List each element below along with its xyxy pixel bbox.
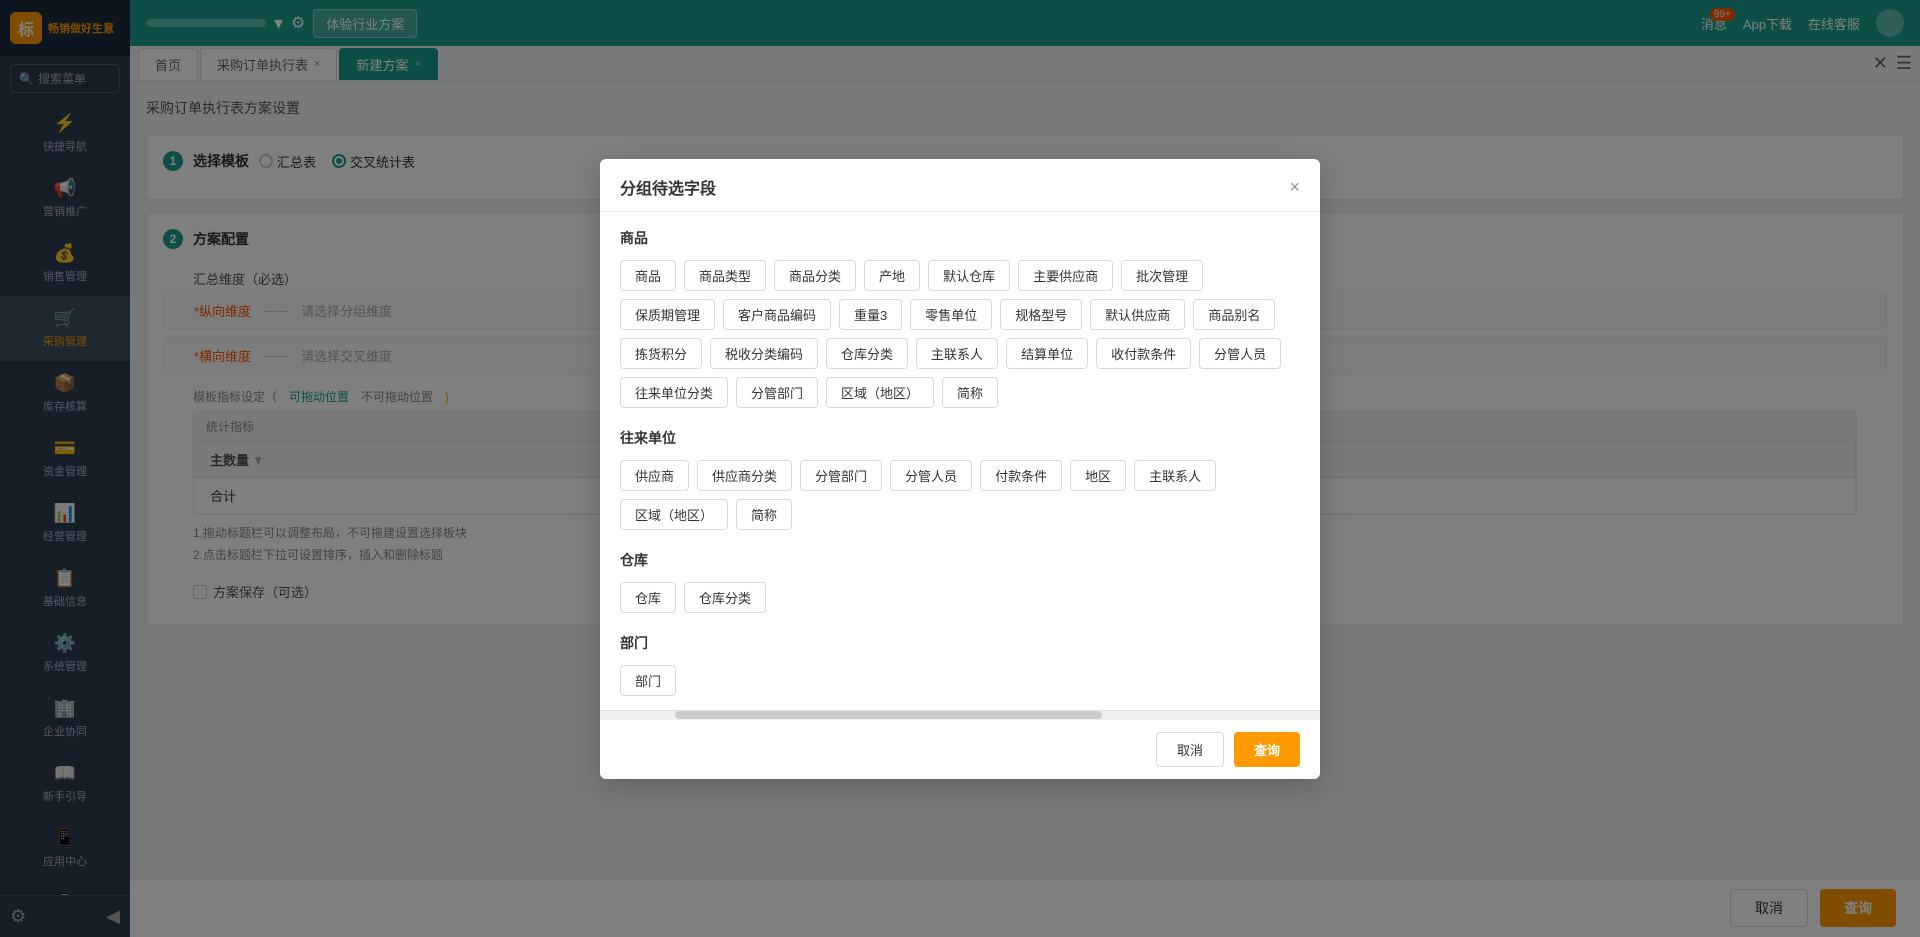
field-warehouse-category[interactable]: 仓库分类	[826, 338, 908, 369]
field-region[interactable]: 地区	[1070, 460, 1126, 491]
partner-field-tags: 供应商 供应商分类 分管部门 分管人员 付款条件 地区 主联系人 区域（地区） …	[620, 460, 1300, 530]
section-goods-title: 商品	[620, 228, 1300, 248]
field-manage-person[interactable]: 分管人员	[890, 460, 972, 491]
field-dept[interactable]: 分管部门	[736, 377, 818, 408]
horizontal-scrollbar[interactable]	[600, 710, 1320, 719]
field-contact[interactable]: 主联系人	[1134, 460, 1216, 491]
field-main-supplier[interactable]: 主要供应商	[1018, 260, 1113, 291]
field-default-warehouse[interactable]: 默认仓库	[928, 260, 1010, 291]
field-supplier-category[interactable]: 供应商分类	[697, 460, 792, 491]
modal-close-button[interactable]: ×	[1289, 178, 1300, 196]
modal-body[interactable]: 商品 商品 商品类型 商品分类 产地 默认仓库 主要供应商 批次管理 保质期管理…	[600, 212, 1320, 710]
field-payment-cond[interactable]: 付款条件	[980, 460, 1062, 491]
field-customer-code[interactable]: 客户商品编码	[723, 299, 831, 330]
field-area[interactable]: 区域（地区）	[826, 377, 934, 408]
field-abbr[interactable]: 简称	[942, 377, 998, 408]
field-from-unit[interactable]: 往来单位分类	[620, 377, 728, 408]
modal-cancel-button[interactable]: 取消	[1156, 732, 1224, 767]
section-warehouse: 仓库 仓库 仓库分类	[620, 550, 1300, 613]
field-wh[interactable]: 仓库	[620, 582, 676, 613]
modal-footer: 取消 查询	[600, 719, 1320, 779]
h-scroll-thumb[interactable]	[675, 711, 1102, 719]
field-manage-dept[interactable]: 分管部门	[800, 460, 882, 491]
field-supervisor[interactable]: 分管人员	[1199, 338, 1281, 369]
modal-title: 分组待选字段	[620, 175, 716, 199]
modal-confirm-button[interactable]: 查询	[1234, 732, 1300, 767]
field-retail-unit[interactable]: 零售单位	[910, 299, 992, 330]
section-partner: 往来单位 供应商 供应商分类 分管部门 分管人员 付款条件 地区 主联系人 区域…	[620, 428, 1300, 530]
field-goods[interactable]: 商品	[620, 260, 676, 291]
field-goods-alias[interactable]: 商品别名	[1193, 299, 1275, 330]
warehouse-field-tags: 仓库 仓库分类	[620, 582, 1300, 613]
field-main-contact[interactable]: 主联系人	[916, 338, 998, 369]
goods-field-tags: 商品 商品类型 商品分类 产地 默认仓库 主要供应商 批次管理 保质期管理 客户…	[620, 260, 1300, 408]
field-dep[interactable]: 部门	[620, 665, 676, 696]
field-settlement-unit[interactable]: 结算单位	[1006, 338, 1088, 369]
section-goods: 商品 商品 商品类型 商品分类 产地 默认仓库 主要供应商 批次管理 保质期管理…	[620, 228, 1300, 408]
field-lottery-points[interactable]: 拣货积分	[620, 338, 702, 369]
field-goods-type[interactable]: 商品类型	[684, 260, 766, 291]
field-select-modal: 分组待选字段 × 商品 商品 商品类型 商品分类 产地 默认仓库 主要供应商 批…	[600, 159, 1320, 779]
modal-overlay[interactable]: 分组待选字段 × 商品 商品 商品类型 商品分类 产地 默认仓库 主要供应商 批…	[0, 0, 1920, 937]
field-spec-type[interactable]: 规格型号	[1000, 299, 1082, 330]
section-warehouse-title: 仓库	[620, 550, 1300, 570]
field-weight3[interactable]: 重量3	[839, 299, 902, 330]
section-partner-title: 往来单位	[620, 428, 1300, 448]
field-tax-code[interactable]: 税收分类编码	[710, 338, 818, 369]
field-abbr2[interactable]: 简称	[736, 499, 792, 530]
modal-header: 分组待选字段 ×	[600, 159, 1320, 212]
field-batch-mgmt[interactable]: 批次管理	[1121, 260, 1203, 291]
field-area2[interactable]: 区域（地区）	[620, 499, 728, 530]
section-department: 部门 部门	[620, 633, 1300, 696]
field-default-supplier[interactable]: 默认供应商	[1090, 299, 1185, 330]
field-goods-category[interactable]: 商品分类	[774, 260, 856, 291]
field-shelf-life[interactable]: 保质期管理	[620, 299, 715, 330]
field-payment-terms[interactable]: 收付款条件	[1096, 338, 1191, 369]
field-origin[interactable]: 产地	[864, 260, 920, 291]
section-dept-title: 部门	[620, 633, 1300, 653]
dept-field-tags: 部门	[620, 665, 1300, 696]
field-supplier[interactable]: 供应商	[620, 460, 689, 491]
field-wh-cat[interactable]: 仓库分类	[684, 582, 766, 613]
